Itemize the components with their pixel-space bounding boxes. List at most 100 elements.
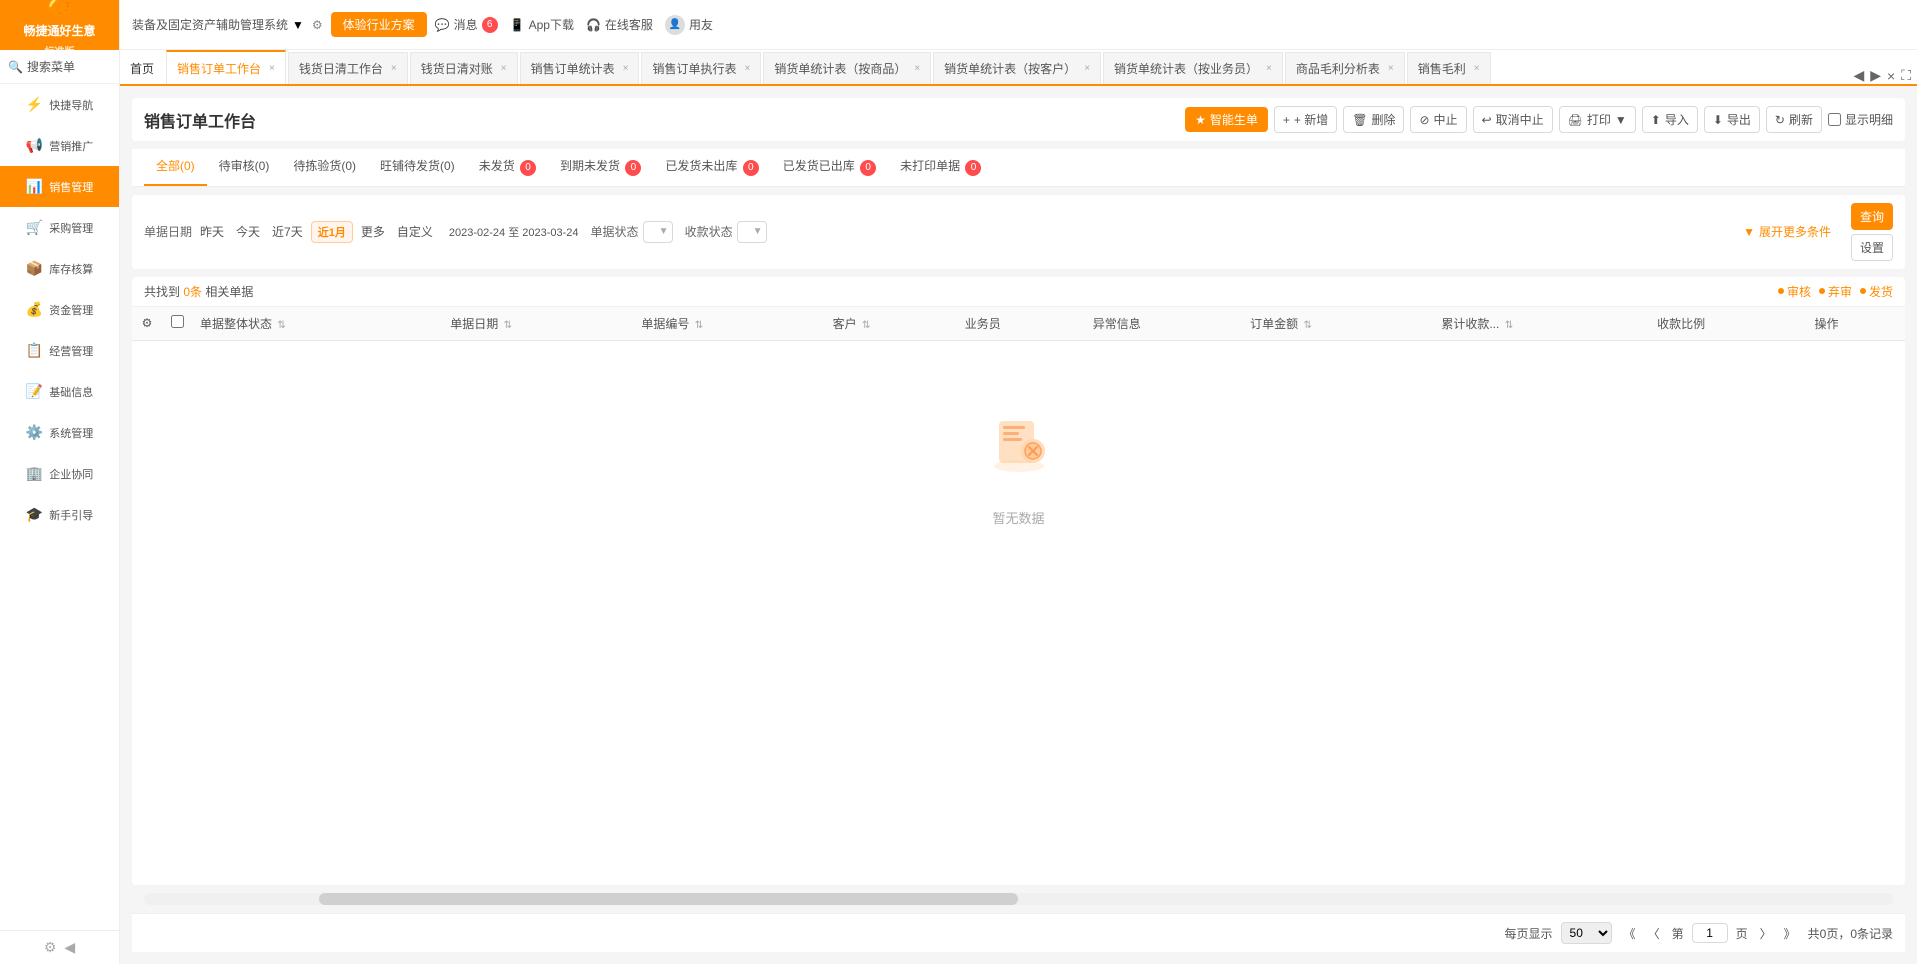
review-action-btn[interactable]: 审核 xyxy=(1778,283,1811,300)
sub-tab-shipped-not-out[interactable]: 已发货未出库 0 xyxy=(653,149,770,186)
sidebar-item-basic-info[interactable]: 📝 基础信息 xyxy=(0,371,119,412)
page-next-icon[interactable]: 〉 xyxy=(1756,923,1776,944)
page-prev-icon[interactable]: 〈 xyxy=(1644,923,1664,944)
tab-sales-exec[interactable]: 销售订单执行表 × xyxy=(641,52,761,84)
filter-settings-button[interactable]: 设置 xyxy=(1851,234,1893,261)
tabs-prev-icon[interactable]: ◀ xyxy=(1851,67,1866,84)
col-status-sort[interactable]: ⇅ xyxy=(277,320,285,331)
smart-generate-button[interactable]: ★ 智能生单 xyxy=(1185,107,1268,132)
date-more-btn[interactable]: 更多 xyxy=(357,221,389,242)
sidebar-item-search[interactable]: 🔍 搜索菜单 xyxy=(0,50,119,84)
col-customer-sort[interactable]: ⇅ xyxy=(862,320,870,331)
sidebar-item-guide[interactable]: 🎓 新手引导 xyxy=(0,494,119,535)
user-action[interactable]: 👤 用友 xyxy=(665,15,713,35)
status-select[interactable] xyxy=(643,221,673,243)
sub-tab-overdue-ship[interactable]: 到期未发货 0 xyxy=(548,149,653,186)
tab-sales-exec-close[interactable]: × xyxy=(744,63,750,74)
col-setting[interactable]: ⚙ xyxy=(132,307,162,341)
export-button[interactable]: ⬇ 导出 xyxy=(1704,106,1760,133)
tab-sales-customer[interactable]: 销货单统计表（按客户） × xyxy=(933,52,1101,84)
tab-sales-product[interactable]: 销货单统计表（按商品） × xyxy=(763,52,931,84)
sub-tab-not-printed[interactable]: 未打印单据 0 xyxy=(888,149,993,186)
col-number-sort[interactable]: ⇅ xyxy=(695,320,703,331)
sub-tab-all[interactable]: 全部(0) xyxy=(144,149,207,186)
cancel-review-action-btn[interactable]: 弃审 xyxy=(1819,283,1852,300)
tab-gross-profit-close[interactable]: × xyxy=(1388,63,1394,74)
tab-sales-stat-close[interactable]: × xyxy=(623,63,629,74)
date-today-btn[interactable]: 今天 xyxy=(232,221,264,242)
date-7days-btn[interactable]: 近7天 xyxy=(268,221,307,242)
print-button[interactable]: 🖨 打印 ▼ xyxy=(1559,106,1636,133)
tab-home-label: 首页 xyxy=(130,60,154,77)
filter-settings-label: 设置 xyxy=(1860,239,1884,256)
sidebar-bottom: ⚙ ◀ xyxy=(0,930,119,964)
scrollbar-thumb[interactable] xyxy=(319,893,1019,905)
online-service-action[interactable]: 🎧 在线客服 xyxy=(586,16,653,33)
tab-gross-profit[interactable]: 商品毛利分析表 × xyxy=(1285,52,1405,84)
sub-tab-shipped-out[interactable]: 已发货已出库 0 xyxy=(771,149,888,186)
expand-more-btn[interactable]: ▼ 展开更多条件 xyxy=(1743,223,1831,240)
app-download-action[interactable]: 📱 App下载 xyxy=(510,16,574,33)
tab-sales-staff-close[interactable]: × xyxy=(1266,63,1272,74)
query-button[interactable]: 查询 xyxy=(1851,203,1893,230)
experience-button[interactable]: 体验行业方案 xyxy=(331,12,427,37)
page-number-input[interactable] xyxy=(1692,923,1728,943)
refresh-button[interactable]: ↻ 刷新 xyxy=(1766,106,1822,133)
tabs-close-all-icon[interactable]: × xyxy=(1885,68,1897,84)
sidebar-item-finance[interactable]: 💰 资金管理 xyxy=(0,289,119,330)
sidebar-item-purchase[interactable]: 🛒 采购管理 xyxy=(0,207,119,248)
suspend-button[interactable]: ⊘ 中止 xyxy=(1410,106,1466,133)
sub-tab-pending-review[interactable]: 待审核(0) xyxy=(207,149,282,186)
col-check[interactable] xyxy=(162,307,192,341)
cancel-suspend-button[interactable]: ↩ 取消中止 xyxy=(1473,106,1553,133)
horizontal-scrollbar[interactable] xyxy=(144,893,1893,905)
col-amount-sort[interactable]: ⇅ xyxy=(1303,320,1311,331)
sub-tab-pending-pick[interactable]: 待拣验货(0) xyxy=(281,149,368,186)
gear-settings-icon[interactable]: ⚙ xyxy=(312,18,323,32)
tab-sales-staff[interactable]: 销货单统计表（按业务员） × xyxy=(1103,52,1283,84)
settings-gear-icon[interactable]: ⚙ xyxy=(44,939,57,956)
tab-cash-reconcile[interactable]: 钱货日清对账 × xyxy=(410,52,518,84)
tab-cash-reconcile-close[interactable]: × xyxy=(501,63,507,74)
show-detail-checkbox-label[interactable]: 显示明细 xyxy=(1828,111,1893,128)
show-detail-checkbox[interactable] xyxy=(1828,113,1841,126)
sidebar-item-quick-nav[interactable]: ⚡ 快捷导航 xyxy=(0,84,119,125)
col-date-sort[interactable]: ⇅ xyxy=(504,320,512,331)
tab-sales-product-close[interactable]: × xyxy=(914,63,920,74)
ship-action-btn[interactable]: 发货 xyxy=(1860,283,1893,300)
tab-home[interactable]: 首页 xyxy=(120,52,164,84)
select-all-checkbox[interactable] xyxy=(171,315,184,328)
sidebar-item-system[interactable]: ⚙️ 系统管理 xyxy=(0,412,119,453)
date-1month-btn[interactable]: 近1月 xyxy=(311,221,353,243)
date-yesterday-btn[interactable]: 昨天 xyxy=(196,221,228,242)
collapse-icon[interactable]: ◀ xyxy=(64,939,75,956)
tab-sales-customer-close[interactable]: × xyxy=(1084,63,1090,74)
sub-tab-shop-ship[interactable]: 旺铺待发货(0) xyxy=(368,149,467,186)
sub-tab-not-shipped[interactable]: 未发货 0 xyxy=(467,149,548,186)
payment-select[interactable] xyxy=(737,221,767,243)
sidebar-item-operations[interactable]: 📋 经营管理 xyxy=(0,330,119,371)
tab-sales-order-close[interactable]: × xyxy=(269,63,275,74)
add-button[interactable]: + + 新增 xyxy=(1274,106,1337,133)
tabs-fullscreen-icon[interactable]: ⛶ xyxy=(1899,67,1913,84)
delete-button[interactable]: 🗑 删除 xyxy=(1343,106,1404,133)
col-collected-sort[interactable]: ⇅ xyxy=(1505,320,1513,331)
tab-cash-clear-close[interactable]: × xyxy=(391,63,397,74)
tabs-next-icon[interactable]: ▶ xyxy=(1868,67,1883,84)
sidebar-item-enterprise[interactable]: 🏢 企业协同 xyxy=(0,453,119,494)
import-button[interactable]: ⬆ 导入 xyxy=(1642,106,1698,133)
sys-name-dropdown[interactable]: 装备及固定资产辅助管理系统 ▼ xyxy=(132,16,304,33)
page-first-icon[interactable]: 《 xyxy=(1620,923,1640,944)
tab-sales-margin[interactable]: 销售毛利 × xyxy=(1407,52,1491,84)
tab-sales-margin-close[interactable]: × xyxy=(1474,63,1480,74)
message-action[interactable]: 💬 消息 6 xyxy=(435,16,498,33)
sidebar-item-sales[interactable]: 📊 销售管理 xyxy=(0,166,119,207)
sidebar-item-marketing[interactable]: 📢 营销推广 xyxy=(0,125,119,166)
tab-sales-order[interactable]: 销售订单工作台 × xyxy=(166,50,286,84)
sidebar-item-inventory[interactable]: 📦 库存核算 xyxy=(0,248,119,289)
tab-cash-clear[interactable]: 钱货日清工作台 × xyxy=(288,52,408,84)
page-last-icon[interactable]: 》 xyxy=(1780,923,1800,944)
per-page-select[interactable]: 50 100 200 xyxy=(1561,922,1612,944)
tab-sales-stat[interactable]: 销售订单统计表 × xyxy=(520,52,640,84)
date-custom-btn[interactable]: 自定义 xyxy=(393,221,437,242)
